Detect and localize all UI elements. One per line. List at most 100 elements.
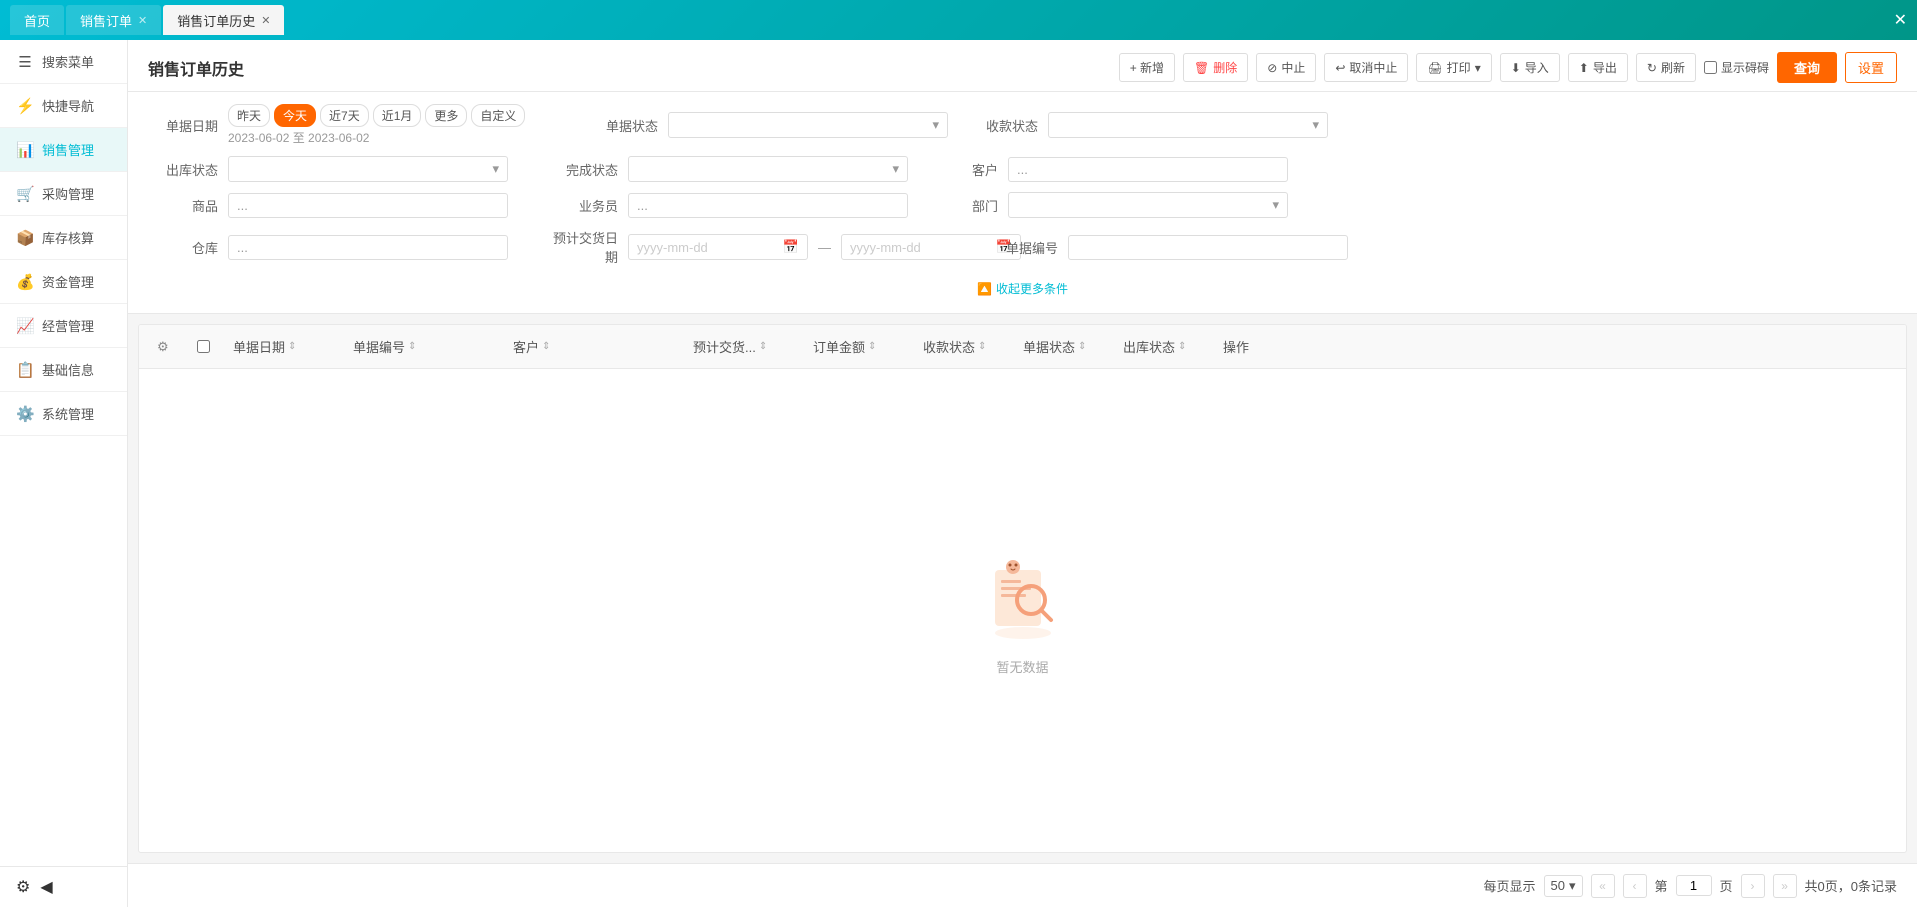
query-button[interactable]: 查询 — [1777, 52, 1837, 83]
tab-sales-order[interactable]: 销售订单 ✕ — [66, 5, 161, 35]
customer-dots: ... — [1017, 162, 1028, 177]
th-outbound[interactable]: 出库状态 ⇕ — [1115, 337, 1215, 356]
th-outbound-label: 出库状态 — [1123, 337, 1175, 356]
outbound-select[interactable]: ▾ — [228, 156, 508, 182]
th-amount-sort: ⇕ — [868, 341, 876, 352]
date-range-text: 2023-06-02 至 2023-06-02 — [228, 129, 548, 146]
last-page-btn[interactable]: » — [1773, 874, 1797, 898]
th-outbound-sort: ⇕ — [1178, 341, 1186, 352]
th-no-sort: ⇕ — [408, 341, 416, 352]
sidebar-item-inventory[interactable]: 📦 库存核算 — [0, 216, 127, 260]
th-delivery[interactable]: 预计交货... ⇕ — [685, 337, 805, 356]
salesrep-input[interactable]: ... — [628, 193, 908, 218]
product-input[interactable]: ... — [228, 193, 508, 218]
sidebar-label-quick-nav: 快捷导航 — [42, 96, 94, 115]
th-date[interactable]: 单据日期 ⇕ — [225, 337, 345, 356]
sidebar-label-sys-mgmt: 系统管理 — [42, 404, 94, 423]
calendar-from-icon[interactable]: 📅 — [783, 239, 799, 255]
dept-select[interactable]: ▾ — [1008, 192, 1288, 218]
tab-sales-order-history-label: 销售订单历史 — [177, 11, 255, 30]
salesrep-label: 业务员 — [548, 196, 628, 215]
date-1month[interactable]: 近1月 — [373, 104, 422, 127]
th-no[interactable]: 单据编号 ⇕ — [345, 337, 505, 356]
sidebar-item-operations[interactable]: 📈 经营管理 — [0, 304, 127, 348]
stop-button-label: 中止 — [1281, 59, 1305, 76]
sidebar-settings-icon[interactable]: ⚙ — [16, 877, 30, 897]
filter-row-4: 仓库 ... 预计交货日期 yyyy-mm-dd 📅 — yyyy-mm-dd … — [148, 228, 1897, 266]
payment-chevron: ▾ — [1312, 117, 1319, 133]
th-settings[interactable]: ⚙ — [149, 339, 189, 355]
collapse-more-btn[interactable]: 🔼 收起更多条件 — [148, 276, 1897, 301]
inventory-icon: 📦 — [16, 229, 34, 247]
page-size-value: 50 — [1551, 878, 1565, 893]
tab-home[interactable]: 首页 — [10, 5, 64, 35]
prev-page-btn[interactable]: ‹ — [1623, 874, 1647, 898]
sidebar-label-sales-mgmt: 销售管理 — [42, 140, 94, 159]
delete-button-label: 删除 — [1213, 59, 1237, 76]
sidebar-item-purchase-mgmt[interactable]: 🛒 采购管理 — [0, 172, 127, 216]
date-more[interactable]: 更多 — [425, 104, 467, 127]
sidebar-collapse-icon[interactable]: ◀ — [40, 877, 52, 897]
display-columns-input[interactable] — [1704, 61, 1717, 74]
sidebar: ☰ 搜索菜单 ⚡ 快捷导航 📊 销售管理 🛒 采购管理 📦 库存核算 💰 资金管… — [0, 40, 128, 907]
product-label: 商品 — [148, 196, 228, 215]
cancel-stop-button[interactable]: ↩ 取消中止 — [1324, 53, 1408, 82]
refresh-button[interactable]: ↻ 刷新 — [1636, 53, 1696, 82]
date-today[interactable]: 今天 — [274, 104, 316, 127]
th-checkbox[interactable] — [189, 340, 225, 353]
th-action-label: 操作 — [1223, 337, 1249, 356]
th-date-sort: ⇕ — [288, 341, 296, 352]
warehouse-input[interactable]: ... — [228, 235, 508, 260]
complete-select[interactable]: ▾ — [628, 156, 908, 182]
th-status[interactable]: 单据状态 ⇕ — [1015, 337, 1115, 356]
date-yesterday[interactable]: 昨天 — [228, 104, 270, 127]
delete-button[interactable]: 🗑 删除 — [1183, 53, 1248, 82]
th-amount[interactable]: 订单金额 ⇕ — [805, 337, 915, 356]
th-payment-sort: ⇕ — [978, 341, 986, 352]
delivery-date-from[interactable]: yyyy-mm-dd 📅 — [628, 234, 808, 260]
export-button[interactable]: ⬆ 导出 — [1568, 53, 1628, 82]
date-7days[interactable]: 近7天 — [320, 104, 369, 127]
date-buttons: 昨天 今天 近7天 近1月 更多 自定义 — [228, 104, 548, 127]
import-button[interactable]: ⬇ 导入 — [1500, 53, 1560, 82]
refresh-button-label: 刷新 — [1661, 59, 1685, 76]
order-no-input[interactable] — [1068, 235, 1348, 260]
settings-button[interactable]: 设置 — [1845, 52, 1897, 83]
sidebar-label-purchase-mgmt: 采购管理 — [42, 184, 94, 203]
tab-sales-order-close[interactable]: ✕ — [138, 14, 147, 27]
first-page-btn[interactable]: « — [1591, 874, 1615, 898]
th-amount-label: 订单金额 — [813, 337, 865, 356]
print-dropdown-icon: ▾ — [1475, 61, 1481, 75]
delivery-date-label: 预计交货日期 — [548, 228, 628, 266]
empty-text: 暂无数据 — [996, 657, 1048, 676]
next-page-btn[interactable]: › — [1741, 874, 1765, 898]
tab-history-close[interactable]: ✕ — [261, 14, 270, 27]
tab-sales-order-history[interactable]: 销售订单历史 ✕ — [163, 5, 284, 35]
th-payment[interactable]: 收款状态 ⇕ — [915, 337, 1015, 356]
page-size-select[interactable]: 50 ▾ — [1544, 875, 1583, 897]
content-area: 销售订单历史 + 新增 🗑 删除 ⊘ 中止 ↩ 取消中止 🖨 打印 ▾ — [128, 40, 1917, 907]
print-button[interactable]: 🖨 打印 ▾ — [1416, 53, 1491, 82]
stop-button[interactable]: ⊘ 中止 — [1256, 53, 1316, 82]
sidebar-item-sys-mgmt[interactable]: ⚙️ 系统管理 — [0, 392, 127, 436]
display-columns-label: 显示碍碍 — [1721, 59, 1769, 76]
select-all-checkbox[interactable] — [197, 340, 210, 353]
outbound-chevron: ▾ — [492, 161, 499, 177]
sidebar-item-basic-info[interactable]: 📋 基础信息 — [0, 348, 127, 392]
table-body: 暂无数据 — [139, 369, 1906, 852]
window-close-icon[interactable]: ✕ — [1894, 10, 1907, 30]
status-select[interactable]: ▾ — [668, 112, 948, 138]
payment-select[interactable]: ▾ — [1048, 112, 1328, 138]
sidebar-item-finance[interactable]: 💰 资金管理 — [0, 260, 127, 304]
page-number-input[interactable] — [1676, 875, 1712, 896]
sidebar-item-search-menu[interactable]: ☰ 搜索菜单 — [0, 40, 127, 84]
sidebar-item-sales-mgmt[interactable]: 📊 销售管理 — [0, 128, 127, 172]
display-columns-checkbox[interactable]: 显示碍碍 — [1704, 59, 1769, 76]
sidebar-item-quick-nav[interactable]: ⚡ 快捷导航 — [0, 84, 127, 128]
new-button[interactable]: + 新增 — [1119, 53, 1175, 82]
customer-input[interactable]: ... — [1008, 157, 1288, 182]
date-custom[interactable]: 自定义 — [471, 104, 525, 127]
top-bar-right: ✕ — [1894, 10, 1907, 30]
th-customer[interactable]: 客户 ⇕ — [505, 337, 685, 356]
filter-row-2: 出库状态 ▾ 完成状态 ▾ 客户 ... — [148, 156, 1897, 182]
